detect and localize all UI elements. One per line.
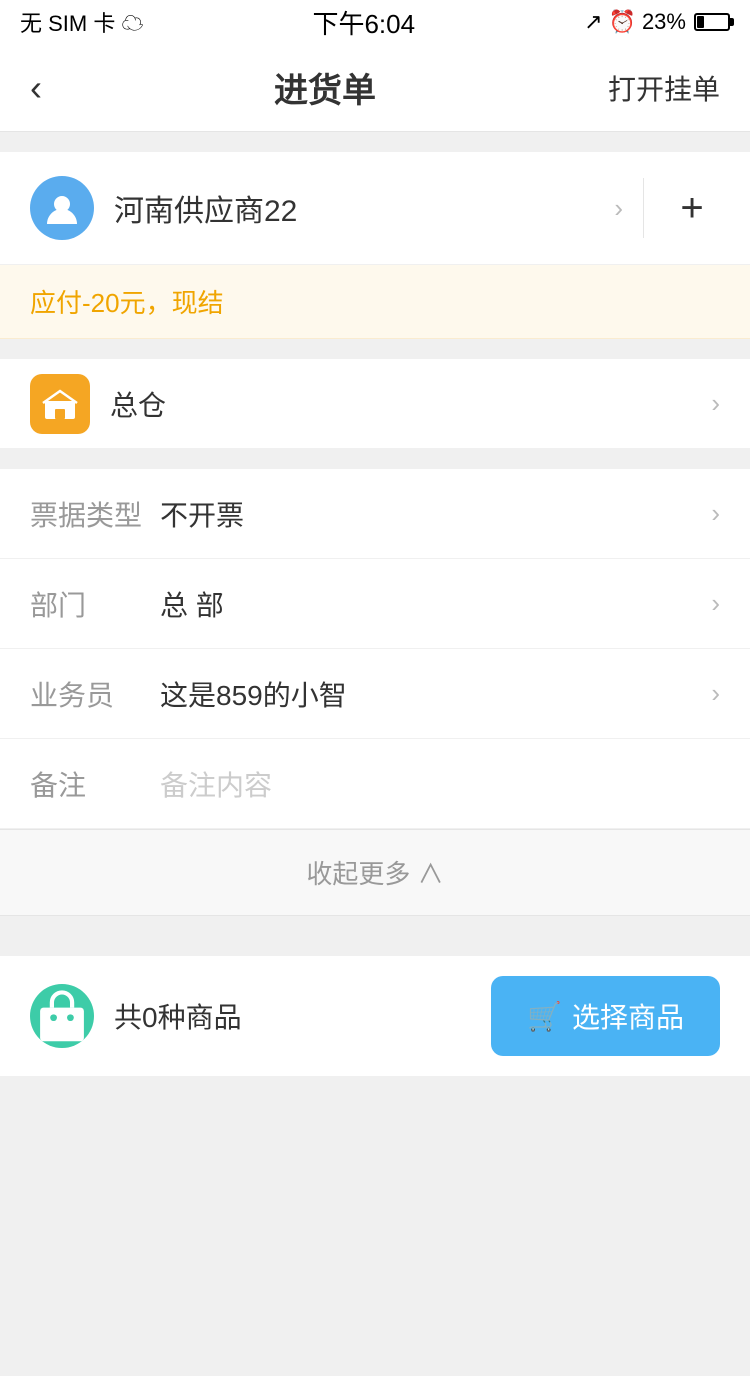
warehouse-chevron-icon: › <box>711 388 720 419</box>
page-title: 进货单 <box>274 63 376 112</box>
nav-bar: ‹ 进货单 打开挂单 <box>0 44 750 132</box>
supplier-chevron-icon: › <box>614 193 623 224</box>
department-label: 部门 <box>30 584 160 624</box>
status-time: 下午6:04 <box>312 4 415 41</box>
add-supplier-button[interactable]: + <box>664 180 720 236</box>
battery-icon <box>694 13 730 31</box>
goods-count: 共0种商品 <box>114 996 491 1036</box>
battery-percent: 23% <box>642 9 686 35</box>
supplier-avatar <box>30 176 94 240</box>
salesperson-value: 这是859的小智 <box>160 674 701 714</box>
select-goods-button[interactable]: 🛒 选择商品 <box>491 976 720 1056</box>
department-value: 总 部 <box>160 584 701 624</box>
open-pending-button[interactable]: 打开挂单 <box>608 68 720 108</box>
supplier-section: 河南供应商22 › + <box>0 152 750 265</box>
info-banner: 应付-20元，现结 <box>0 265 750 339</box>
status-right: ↗ ⏰ 23% <box>584 9 730 35</box>
salesperson-chevron-icon: › <box>711 678 720 709</box>
location-icon: ↗ <box>584 9 602 35</box>
department-chevron-icon: › <box>711 588 720 619</box>
select-goods-icon: 🛒 <box>527 1000 562 1033</box>
remark-row[interactable]: 备注 备注内容 <box>0 739 750 829</box>
main-background <box>0 1076 750 1376</box>
alarm-icon: ⏰ <box>609 9 636 35</box>
collapse-button[interactable]: 收起更多 ∧ <box>0 829 750 916</box>
section-divider-3 <box>0 449 750 469</box>
select-goods-label: 选择商品 <box>572 996 684 1036</box>
sim-status: 无 SIM 卡 ☁ <box>20 6 143 38</box>
status-bar: 无 SIM 卡 ☁ 下午6:04 ↗ ⏰ 23% <box>0 0 750 44</box>
supplier-row[interactable]: 河南供应商22 › <box>30 152 623 264</box>
section-divider-1 <box>0 132 750 152</box>
back-button[interactable]: ‹ <box>30 67 42 109</box>
invoice-type-label: 票据类型 <box>30 494 160 534</box>
salesperson-row[interactable]: 业务员 这是859的小智 › <box>0 649 750 739</box>
supplier-name: 河南供应商22 <box>114 186 614 230</box>
warehouse-icon <box>30 374 90 434</box>
remark-placeholder: 备注内容 <box>160 764 720 804</box>
invoice-type-value: 不开票 <box>160 494 701 534</box>
status-left: 无 SIM 卡 ☁ <box>20 6 143 38</box>
warehouse-row[interactable]: 总仓 › <box>0 359 750 449</box>
invoice-type-chevron-icon: › <box>711 498 720 529</box>
supplier-divider <box>643 178 644 238</box>
warehouse-name: 总仓 <box>110 384 701 424</box>
section-divider-2 <box>0 339 750 359</box>
remark-label: 备注 <box>30 764 160 804</box>
section-divider-4 <box>0 916 750 936</box>
department-row[interactable]: 部门 总 部 › <box>0 559 750 649</box>
goods-icon <box>30 984 94 1048</box>
bottom-bar: 共0种商品 🛒 选择商品 <box>0 956 750 1076</box>
salesperson-label: 业务员 <box>30 674 160 714</box>
invoice-type-row[interactable]: 票据类型 不开票 › <box>0 469 750 559</box>
